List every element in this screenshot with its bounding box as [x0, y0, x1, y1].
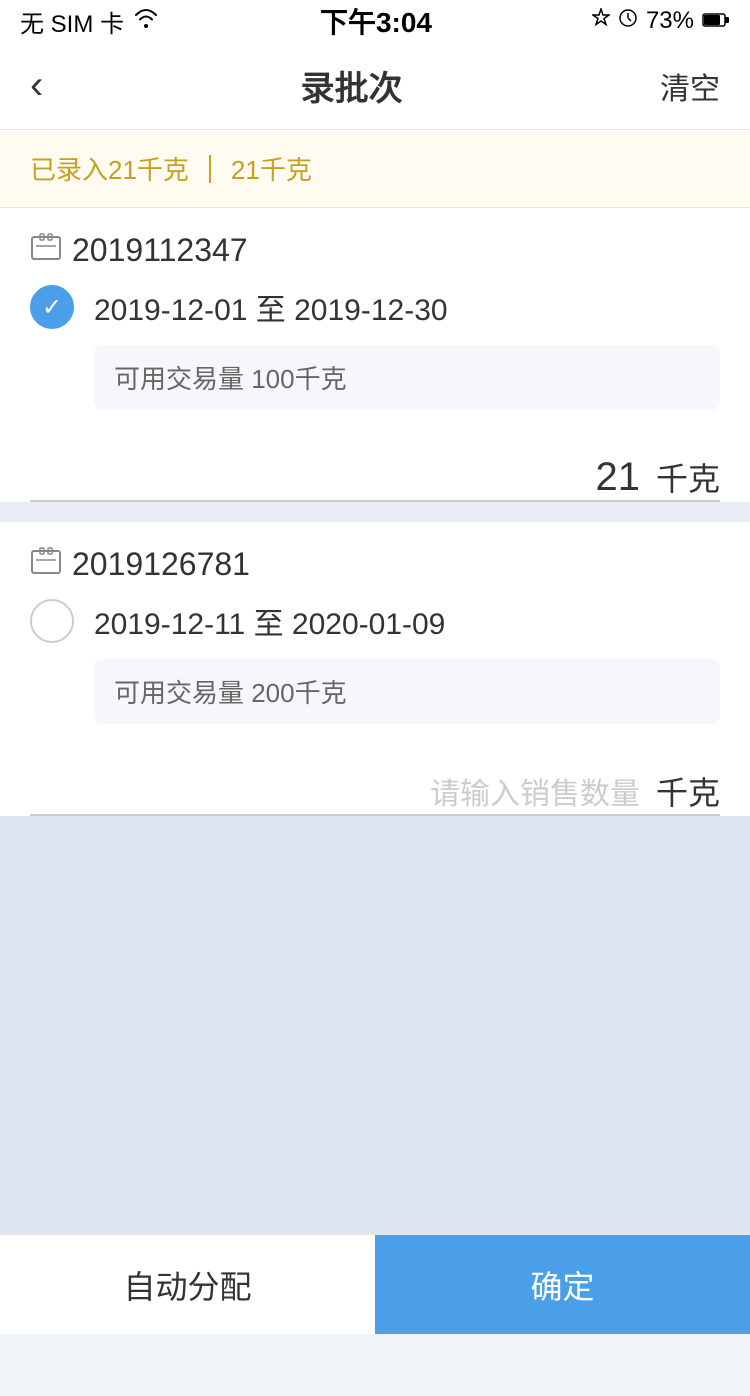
- confirm-button[interactable]: 确定: [375, 1235, 750, 1334]
- bottom-bar: 自动分配 确定: [0, 1234, 750, 1334]
- batch-1-date: 2019-12-01 至 2019-12-30: [94, 285, 448, 329]
- batch-2-date-row: 2019-12-11 至 2020-01-09: [30, 599, 720, 643]
- sim-label: 无 SIM 卡: [20, 4, 124, 39]
- status-time: 下午3:04: [320, 1, 432, 41]
- nav-bar: ‹ 录批次 清空: [0, 42, 750, 130]
- clear-button[interactable]: 清空: [660, 64, 720, 108]
- batch-1-date-row: ✓ 2019-12-01 至 2019-12-30: [30, 285, 720, 329]
- battery-icon: [702, 7, 730, 35]
- batch-2-unit: 千克: [656, 768, 720, 814]
- recorded-label: 已录入21千克: [30, 150, 189, 187]
- page-title: 录批次: [301, 61, 403, 110]
- info-banner: 已录入21千克 21千克: [0, 130, 750, 208]
- batch-1-header: 2019112347: [30, 232, 720, 269]
- info-divider: [209, 155, 211, 183]
- status-bar: 无 SIM 卡 下午3:04 73%: [0, 0, 750, 42]
- status-right: 73%: [592, 7, 730, 35]
- batch-2-icon: [30, 547, 62, 582]
- status-left: 无 SIM 卡: [20, 4, 160, 39]
- batch-1-radio[interactable]: ✓: [30, 285, 74, 329]
- confirm-label: 确定: [530, 1262, 594, 1308]
- quantity-placeholder: 请输入销售数量: [430, 769, 640, 813]
- batch-2-radio[interactable]: [30, 599, 74, 643]
- wifi-icon: [132, 7, 160, 35]
- gray-area: [0, 816, 750, 1296]
- batch-2-id: 2019126781: [72, 546, 250, 583]
- batch-1-icon: [30, 233, 62, 268]
- recorded-value: 21千克: [231, 150, 312, 187]
- check-icon: ✓: [42, 293, 62, 322]
- batch-1-id: 2019112347: [72, 232, 248, 269]
- batch-1-amount: 21: [595, 455, 640, 500]
- auto-distribute-button[interactable]: 自动分配: [0, 1235, 375, 1334]
- batch-item-2: 2019126781 2019-12-11 至 2020-01-09 可用交易量…: [0, 522, 750, 816]
- batch-2-available: 可用交易量 200千克: [94, 659, 720, 724]
- batch-2-date: 2019-12-11 至 2020-01-09: [94, 599, 445, 643]
- batch-1-amount-row: 21 千克: [0, 434, 750, 500]
- battery-percent: 73%: [646, 7, 694, 35]
- auto-distribute-label: 自动分配: [123, 1262, 251, 1308]
- batch-item-1: 2019112347 ✓ 2019-12-01 至 2019-12-30 可用交…: [0, 208, 750, 502]
- location-icon: [592, 7, 610, 35]
- section-separator: [0, 502, 750, 522]
- back-button[interactable]: ‹: [30, 63, 43, 108]
- batch-2-input-row[interactable]: 请输入销售数量 千克: [0, 748, 750, 814]
- clock-icon: [618, 7, 638, 35]
- batch-2-header: 2019126781: [30, 546, 720, 583]
- batch-1-unit: 千克: [656, 454, 720, 500]
- batch-1-available: 可用交易量 100千克: [94, 345, 720, 410]
